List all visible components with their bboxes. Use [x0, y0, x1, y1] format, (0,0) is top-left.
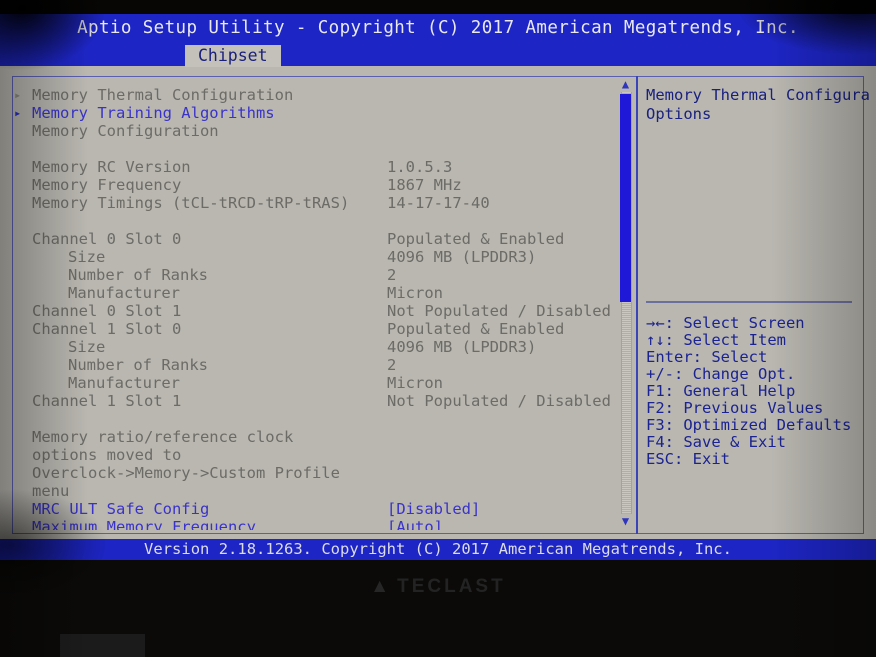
scrollbar[interactable]: ▲ ▼: [618, 78, 633, 528]
slot-label: Channel 1 Slot 0: [32, 320, 182, 338]
note-text: options moved to: [32, 446, 182, 464]
key-action: Change Opt.: [692, 365, 796, 383]
info-label: Memory Frequency: [32, 176, 182, 194]
scrollbar-thumb[interactable]: [620, 94, 631, 302]
device-bezel: ▲ TECLAST: [0, 560, 876, 657]
key-label: ↑↓:: [646, 331, 684, 349]
teclast-mark-icon: ▲: [370, 576, 393, 597]
version-text: Version 2.18.1263. Copyright (C) 2017 Am…: [144, 540, 732, 558]
key-legend-f2: F2: Previous Values: [646, 400, 823, 417]
help-panel: Memory Thermal Configura Options →←: Sel…: [646, 78, 876, 530]
key-legend-change-opt: +/-: Change Opt.: [646, 366, 795, 383]
slot-value: Populated & Enabled: [387, 230, 565, 248]
scroll-up-arrow-icon[interactable]: ▲: [618, 78, 633, 91]
help-divider: [646, 301, 852, 303]
slot-label: Channel 0 Slot 0: [32, 230, 182, 248]
info-value: 1.0.5.3: [387, 158, 453, 176]
photo-top-edge: [0, 0, 876, 14]
slot-value: Micron: [387, 284, 443, 302]
submenu-arrow-icon: ▸: [14, 106, 22, 120]
key-action: Select: [711, 348, 768, 366]
key-action: Select Item: [683, 331, 786, 349]
key-legend-select-screen: →←: Select Screen: [646, 315, 805, 332]
key-label: F4:: [646, 433, 684, 451]
slot-value: Micron: [387, 374, 443, 392]
info-value: 1867 MHz: [387, 176, 462, 194]
slot-value: Not Populated / Disabled: [387, 392, 611, 410]
slot-label: Channel 0 Slot 1: [32, 302, 182, 320]
slot-label: Number of Ranks: [68, 356, 208, 374]
help-text-line: Options: [646, 105, 712, 123]
page-title: Aptio Setup Utility - Copyright (C) 2017…: [77, 18, 799, 38]
bezel-notch: [60, 634, 145, 657]
option-value[interactable]: [Disabled]: [387, 500, 480, 518]
slot-label: Channel 1 Slot 1: [32, 392, 182, 410]
bios-screen: Aptio Setup Utility - Copyright (C) 2017…: [0, 14, 876, 560]
brand-logo: ▲ TECLAST: [0, 576, 876, 598]
slot-value: Populated & Enabled: [387, 320, 565, 338]
menu-item-label: Memory Training Algorithms: [32, 104, 275, 122]
key-label: F3:: [646, 416, 684, 434]
footer-bar: Version 2.18.1263. Copyright (C) 2017 Am…: [0, 539, 876, 560]
submenu-arrow-icon: ▸: [14, 88, 22, 102]
tab-chipset[interactable]: Chipset: [185, 45, 281, 67]
key-action: Select Screen: [683, 314, 805, 332]
bios-photo: Aptio Setup Utility - Copyright (C) 2017…: [0, 0, 876, 657]
option-value[interactable]: [Auto]: [387, 518, 443, 530]
slot-label: Size: [68, 338, 106, 356]
key-label: ESC:: [646, 450, 693, 468]
slot-value: 4096 MB (LPDDR3): [387, 338, 537, 356]
key-legend-f3: F3: Optimized Defaults: [646, 417, 851, 434]
scroll-down-arrow-icon[interactable]: ▼: [618, 515, 633, 528]
note-text: menu: [32, 482, 70, 500]
slot-label: Number of Ranks: [68, 266, 208, 284]
title-bar: Aptio Setup Utility - Copyright (C) 2017…: [0, 14, 876, 45]
key-label: Enter:: [646, 348, 712, 366]
slot-label: Manufacturer: [68, 374, 180, 392]
slot-value: 2: [387, 356, 397, 374]
menu-item-label: Memory Configuration: [32, 122, 219, 140]
key-action: Save & Exit: [683, 433, 786, 451]
key-legend-esc: ESC: Exit: [646, 451, 730, 468]
key-label: +/-:: [646, 365, 693, 383]
help-text-line: Memory Thermal Configura: [646, 86, 870, 104]
key-action: Optimized Defaults: [683, 416, 852, 434]
panel-divider: [636, 76, 638, 534]
note-text: Overclock->Memory->Custom Profile: [32, 464, 340, 482]
slot-label: Size: [68, 248, 106, 266]
brand-name: TECLAST: [397, 576, 506, 597]
key-label: →←:: [646, 314, 684, 332]
key-legend-f1: F1: General Help: [646, 383, 795, 400]
key-legend-select-item: ↑↓: Select Item: [646, 332, 786, 349]
key-action: Exit: [692, 450, 730, 468]
key-action: General Help: [683, 382, 796, 400]
key-label: F2:: [646, 399, 684, 417]
menu-item-label: Memory Thermal Configuration: [32, 86, 294, 104]
slot-label: Manufacturer: [68, 284, 180, 302]
key-legend-enter: Enter: Select: [646, 349, 767, 366]
tab-bar: Chipset: [0, 45, 876, 67]
slot-value: 4096 MB (LPDDR3): [387, 248, 537, 266]
slot-value: Not Populated / Disabled: [387, 302, 611, 320]
option-label: Maximum Memory Frequency: [32, 518, 256, 530]
settings-list: ▸ Memory Thermal Configuration ▸ Memory …: [14, 78, 614, 530]
note-text: Memory ratio/reference clock: [32, 428, 294, 446]
info-value: 14-17-17-40: [387, 194, 490, 212]
key-action: Previous Values: [683, 399, 824, 417]
option-label: MRC ULT Safe Config: [32, 500, 210, 518]
info-label: Memory Timings (tCL-tRCD-tRP-tRAS): [32, 194, 350, 212]
slot-value: 2: [387, 266, 397, 284]
key-legend-f4: F4: Save & Exit: [646, 434, 786, 451]
info-label: Memory RC Version: [32, 158, 191, 176]
key-label: F1:: [646, 382, 684, 400]
